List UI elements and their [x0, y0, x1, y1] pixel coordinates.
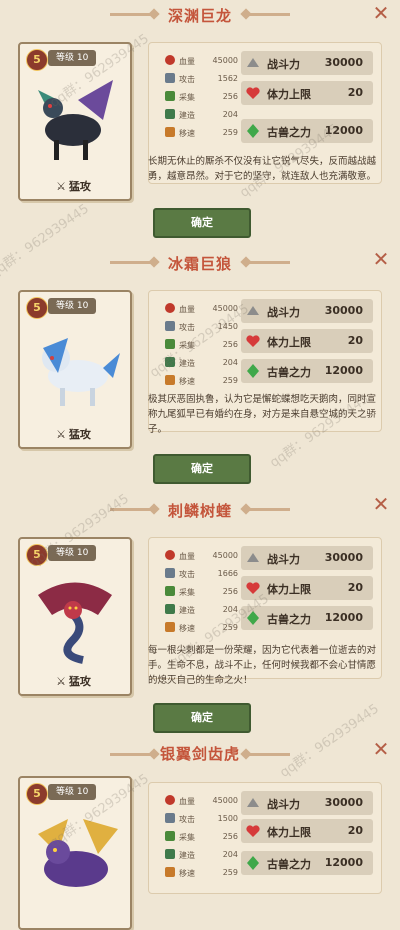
power-icon [247, 58, 259, 67]
level-label: 等级 10 [48, 784, 97, 800]
power-icon [247, 553, 259, 562]
beast-gem-icon [247, 364, 259, 378]
title-decoration-right [246, 13, 290, 16]
frost-wolf-image [42, 338, 120, 406]
beast-power-row: 古兽之力 12000 [241, 359, 373, 383]
beast-power-row: 古兽之力 12000 [241, 851, 373, 875]
beast-gem-icon [247, 856, 259, 870]
stat-row-build: 建造 204 [163, 845, 238, 863]
gather-icon [165, 586, 175, 596]
life-row: 体力上限 20 [241, 819, 373, 843]
stat-row-gather: 采集 256 [163, 582, 238, 600]
stat-row-speed: 移速 259 [163, 863, 238, 881]
hp-icon [165, 303, 175, 313]
hp-icon [165, 55, 175, 65]
build-icon [165, 109, 175, 119]
boot-icon [165, 622, 175, 632]
stat-row-attack: 攻击 1562 [163, 69, 238, 87]
confirm-button[interactable]: 确定 [153, 703, 251, 733]
title-decoration-right [246, 753, 290, 756]
stat-row-hp: 血量 45000 [163, 791, 238, 809]
power-row: 战斗力 30000 [241, 299, 373, 323]
attack-icon [165, 813, 175, 823]
stat-row-build: 建造 204 [163, 105, 238, 123]
stat-row-gather: 采集 256 [163, 827, 238, 845]
power-row: 战斗力 30000 [241, 51, 373, 75]
stat-row-speed: 移速 259 [163, 123, 238, 141]
stat-row-gather: 采集 256 [163, 87, 238, 105]
monster-name: 深渊巨龙 [167, 7, 232, 25]
heart-icon [246, 87, 260, 99]
hp-icon [165, 795, 175, 805]
star-badge: 5 [26, 297, 48, 319]
build-icon [165, 849, 175, 859]
swords-icon: ⚔ [56, 675, 66, 688]
attack-type: ⚔ 猛攻 [56, 180, 91, 193]
monster-card: 5 等级 10 ⚔ 猛攻 [18, 290, 132, 449]
monster-name: 冰霜巨狼 [167, 255, 232, 273]
stat-row-hp: 血量 45000 [163, 51, 238, 69]
close-icon[interactable]: ✕ [372, 739, 390, 759]
monster-name: 刺鳞树蝰 [167, 502, 232, 520]
build-icon [165, 604, 175, 614]
level-label: 等级 10 [48, 298, 97, 314]
power-row: 战斗力 30000 [241, 546, 373, 570]
attack-type: ⚔ 猛攻 [56, 675, 91, 688]
boot-icon [165, 375, 175, 385]
stat-row-speed: 移速 259 [163, 371, 238, 389]
stats-box: 血量 45000 攻击 1500 采集 256 建造 204 移速 259 战斗力 3000… [148, 782, 382, 894]
title-decoration-right [246, 261, 290, 264]
confirm-button[interactable]: 确定 [153, 454, 251, 484]
stat-row-attack: 攻击 1500 [163, 809, 238, 827]
close-icon[interactable]: ✕ [372, 249, 390, 269]
thornscale-viper-image [38, 582, 112, 664]
stat-row-hp: 血量 45000 [163, 546, 238, 564]
monster-name: 银翼剑齿虎 [159, 745, 240, 763]
attack-icon [165, 321, 175, 331]
life-row: 体力上限 20 [241, 81, 373, 105]
heart-icon [246, 335, 260, 347]
watermark: qq群：962939445 [277, 701, 382, 781]
boot-icon [165, 867, 175, 877]
attack-icon [165, 568, 175, 578]
attack-type: ⚔ 猛攻 [56, 428, 91, 441]
confirm-button[interactable]: 确定 [153, 208, 251, 238]
attack-icon [165, 73, 175, 83]
hp-icon [165, 550, 175, 560]
close-icon[interactable]: ✕ [372, 3, 390, 23]
power-row: 战斗力 30000 [241, 791, 373, 815]
swords-icon: ⚔ [56, 180, 66, 193]
star-badge: 5 [26, 783, 48, 805]
gather-icon [165, 91, 175, 101]
swords-icon: ⚔ [56, 428, 66, 441]
star-badge: 5 [26, 49, 48, 71]
heart-icon [246, 825, 260, 837]
power-icon [247, 798, 259, 807]
title-decoration-right [246, 508, 290, 511]
boot-icon [165, 127, 175, 137]
gather-icon [165, 831, 175, 841]
life-row: 体力上限 20 [241, 329, 373, 353]
close-icon[interactable]: ✕ [372, 494, 390, 514]
stat-row-attack: 攻击 1666 [163, 564, 238, 582]
beast-gem-icon [247, 124, 259, 138]
